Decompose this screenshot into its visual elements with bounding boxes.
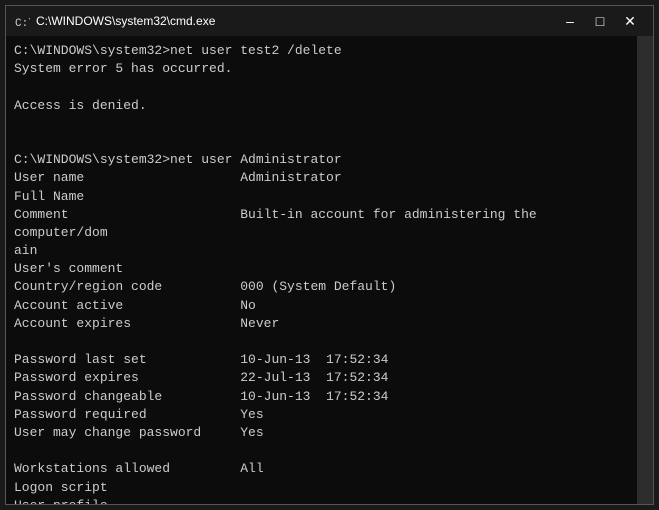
console-output[interactable]: C:\WINDOWS\system32>net user test2 /dele… [6,36,637,504]
close-button[interactable]: ✕ [615,6,645,36]
cmd-window: C:\ C:\WINDOWS\system32\cmd.exe – □ ✕ C:… [5,5,654,505]
minimize-button[interactable]: – [555,6,585,36]
svg-text:C:\: C:\ [15,18,30,29]
window-title: C:\WINDOWS\system32\cmd.exe [36,14,555,28]
maximize-button[interactable]: □ [585,6,615,36]
scrollbar[interactable] [637,36,653,504]
window-controls: – □ ✕ [555,6,645,36]
cmd-icon: C:\ [14,13,30,29]
title-bar: C:\ C:\WINDOWS\system32\cmd.exe – □ ✕ [6,6,653,36]
